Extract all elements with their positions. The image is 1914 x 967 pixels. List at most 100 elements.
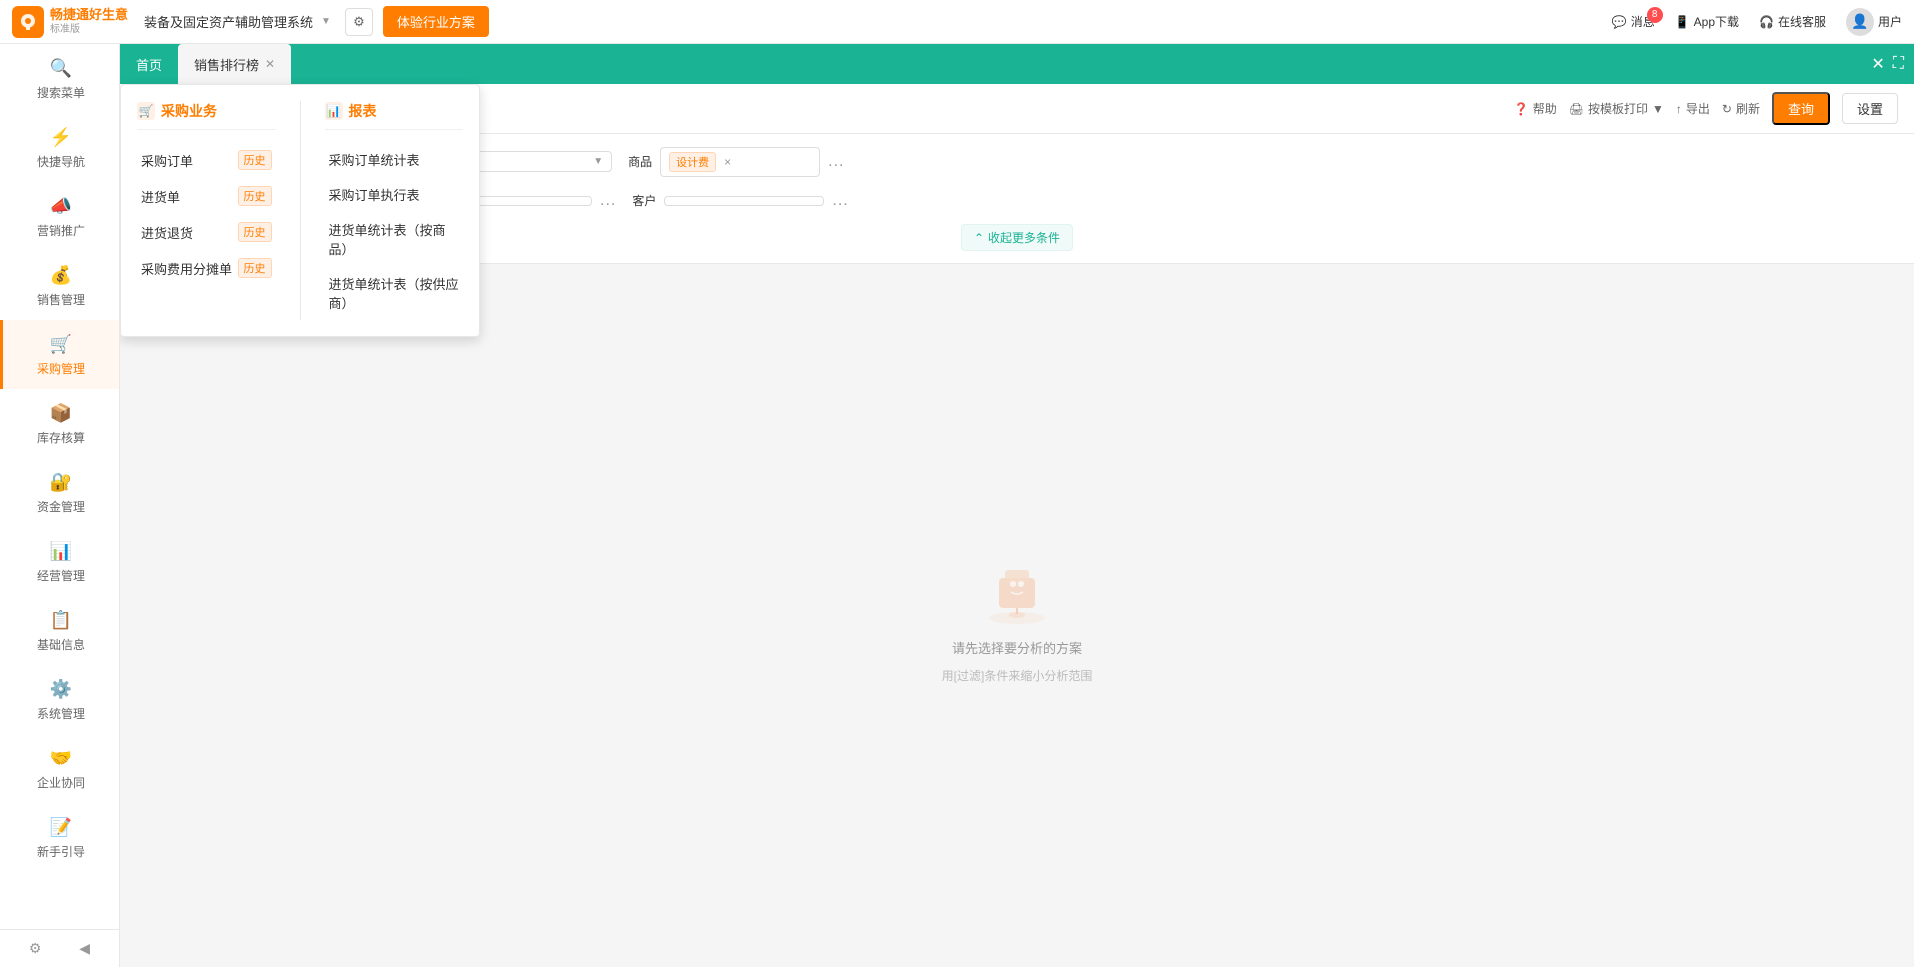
settings-bottom-button[interactable]: ⚙	[29, 940, 42, 957]
history-badge-purchase-cost: 历史	[238, 258, 272, 278]
sidebar-item-search[interactable]: 🔍 搜索菜单	[0, 44, 119, 113]
dropdown-col-report: 📊 报表 采购订单统计表 采购订单执行表 进货单统计表（按商品） 进货单统计表（…	[325, 101, 464, 320]
menu-item-inbound-return[interactable]: 进货退货 历史	[137, 214, 276, 250]
tab-close-icon[interactable]: ✕	[265, 57, 275, 71]
purchase-dropdown-menu: 🛒 采购业务 采购订单 历史 进货单 历史 进货退货 历史	[120, 84, 480, 337]
sidebar-item-guide[interactable]: 📝 新手引导	[0, 803, 119, 872]
sales-icon: 💰	[49, 263, 73, 287]
doc-status-arrow: ▼	[593, 156, 603, 167]
tab-home[interactable]: 首页	[120, 44, 178, 84]
empty-illustration	[977, 548, 1057, 628]
print-dropdown-icon[interactable]: ▼	[1652, 102, 1664, 116]
finance-icon: 🔐	[49, 470, 73, 494]
sidebar-item-basicinfo[interactable]: 📋 基础信息	[0, 596, 119, 665]
history-badge-purchase-order: 历史	[238, 150, 272, 170]
sidebar-item-sales[interactable]: 💰 销售管理	[0, 251, 119, 320]
collapse-button[interactable]: ⌃ 收起更多条件	[961, 224, 1073, 251]
quick-icon: ⚡	[49, 125, 73, 149]
filter-customer: 客户 ...	[632, 192, 848, 210]
menu-item-purchase-cost[interactable]: 采购费用分摊单 历史	[137, 250, 276, 286]
goods-dots[interactable]: ...	[828, 153, 844, 171]
enterprise-icon: 🤝	[49, 746, 73, 770]
export-button[interactable]: ↑ 导出	[1676, 100, 1710, 117]
system-title: 装备及固定资产辅助管理系统 ▼ ⚙	[144, 8, 373, 36]
menu-item-inbound-stat-supplier[interactable]: 进货单统计表（按供应商）	[325, 266, 464, 320]
salesperson-dots[interactable]: ...	[600, 192, 616, 210]
customer-dots[interactable]: ...	[832, 192, 848, 210]
sidebar-item-enterprise[interactable]: 🤝 企业协同	[0, 734, 119, 803]
tab-close-all-icon[interactable]: ✕	[1871, 54, 1884, 74]
notification-item[interactable]: 💬 消息 8	[1612, 13, 1655, 30]
logo-text: 畅捷通好生意 标准版	[50, 7, 128, 37]
logo-icon	[12, 6, 44, 38]
export-icon: ↑	[1676, 102, 1682, 116]
header-right: 💬 消息 8 📱 App下载 🎧 在线客服 👤 用户	[1612, 8, 1902, 36]
settings-button[interactable]: 设置	[1842, 93, 1898, 124]
guide-icon: 📝	[49, 815, 73, 839]
customer-select[interactable]	[664, 196, 824, 206]
sidebar-item-marketing[interactable]: 📣 营销推广	[0, 182, 119, 251]
user-avatar: 👤	[1846, 8, 1874, 36]
filter-goods: 商品 设计费 × ...	[628, 147, 844, 177]
sidebar-item-inventory[interactable]: 📦 库存核算	[0, 389, 119, 458]
user-item[interactable]: 👤 用户	[1846, 8, 1902, 36]
operations-icon: 📊	[49, 539, 73, 563]
history-badge-inbound: 历史	[238, 186, 272, 206]
headset-icon: 🎧	[1759, 15, 1774, 29]
menu-item-purchase-order-stat[interactable]: 采购订单统计表	[325, 142, 464, 177]
dropdown-col-purchase: 🛒 采购业务 采购订单 历史 进货单 历史 进货退货 历史	[137, 101, 276, 320]
sidebar: 🔍 搜索菜单 ⚡ 快捷导航 📣 营销推广 💰 销售管理 🛒 采购管理 📦 库存核…	[0, 44, 120, 967]
menu-item-purchase-order-exec[interactable]: 采购订单执行表	[325, 177, 464, 212]
help-icon: ❓	[1514, 102, 1529, 116]
goods-tag: 设计费	[669, 152, 716, 172]
sidebar-item-system[interactable]: ⚙️ 系统管理	[0, 665, 119, 734]
menu-item-inbound-stat-goods[interactable]: 进货单统计表（按商品）	[325, 212, 464, 266]
empty-hint-1: 请先选择要分析的方案	[952, 638, 1082, 657]
col-divider	[300, 101, 301, 320]
print-button[interactable]: 🖨 按模板打印 ▼	[1569, 100, 1664, 117]
menu-item-purchase-order[interactable]: 采购订单 历史	[137, 142, 276, 178]
online-service-item[interactable]: 🎧 在线客服	[1759, 13, 1826, 30]
sidebar-item-purchase[interactable]: 🛒 采购管理	[0, 320, 119, 389]
tab-sales-ranking[interactable]: 销售排行榜 ✕	[178, 44, 291, 84]
print-icon: 🖨	[1569, 102, 1584, 116]
refresh-icon: ↻	[1722, 102, 1732, 116]
help-button[interactable]: ❓ 帮助	[1514, 100, 1557, 117]
system-title-dropdown[interactable]: ▼	[321, 16, 331, 27]
empty-hint-2: 用[过滤]条件来缩小分析范围	[942, 667, 1093, 684]
app-download-item[interactable]: 📱 App下载	[1675, 13, 1739, 30]
query-button[interactable]: 查询	[1772, 92, 1830, 125]
gear-button[interactable]: ⚙	[345, 8, 373, 36]
content-area: 首页 销售排行榜 ✕ ✕ ⛶ ❓ 帮助 🖨 按模板打印 ▼ ↑	[120, 44, 1914, 967]
phone-icon: 📱	[1675, 15, 1690, 29]
history-badge-inbound-return: 历史	[238, 222, 272, 242]
search-icon: 🔍	[49, 56, 73, 80]
top-header: 畅捷通好生意 标准版 装备及固定资产辅助管理系统 ▼ ⚙ 体验行业方案 💬 消息…	[0, 0, 1914, 44]
basicinfo-icon: 📋	[49, 608, 73, 632]
purchase-col-icon: 🛒	[137, 102, 155, 120]
empty-state: 请先选择要分析的方案 用[过滤]条件来缩小分析范围	[120, 264, 1914, 967]
tab-expand-icon[interactable]: ⛶	[1893, 55, 1904, 73]
system-icon: ⚙️	[49, 677, 73, 701]
industry-button[interactable]: 体验行业方案	[383, 6, 489, 37]
notification-badge: 8	[1647, 7, 1663, 23]
purchase-icon: 🛒	[49, 332, 73, 356]
report-col-icon: 📊	[325, 102, 343, 120]
collapse-sidebar-button[interactable]: ◀	[79, 940, 90, 957]
goods-tag-close[interactable]: ×	[724, 155, 731, 169]
sidebar-item-finance[interactable]: 🔐 资金管理	[0, 458, 119, 527]
menu-item-inbound[interactable]: 进货单 历史	[137, 178, 276, 214]
main-layout: 🔍 搜索菜单 ⚡ 快捷导航 📣 营销推广 💰 销售管理 🛒 采购管理 📦 库存核…	[0, 44, 1914, 967]
purchase-col-title: 🛒 采购业务	[137, 101, 276, 130]
logo-area: 畅捷通好生意 标准版	[12, 6, 132, 38]
marketing-icon: 📣	[49, 194, 73, 218]
inventory-icon: 📦	[49, 401, 73, 425]
collapse-up-icon: ⌃	[974, 231, 984, 245]
goods-select[interactable]: 设计费 ×	[660, 147, 820, 177]
tab-bar: 首页 销售排行榜 ✕ ✕ ⛶	[120, 44, 1914, 84]
report-col-title: 📊 报表	[325, 101, 464, 130]
refresh-button[interactable]: ↻ 刷新	[1722, 100, 1760, 117]
dropdown-cols: 🛒 采购业务 采购订单 历史 进货单 历史 进货退货 历史	[137, 101, 463, 320]
sidebar-item-operations[interactable]: 📊 经营管理	[0, 527, 119, 596]
sidebar-item-quick[interactable]: ⚡ 快捷导航	[0, 113, 119, 182]
